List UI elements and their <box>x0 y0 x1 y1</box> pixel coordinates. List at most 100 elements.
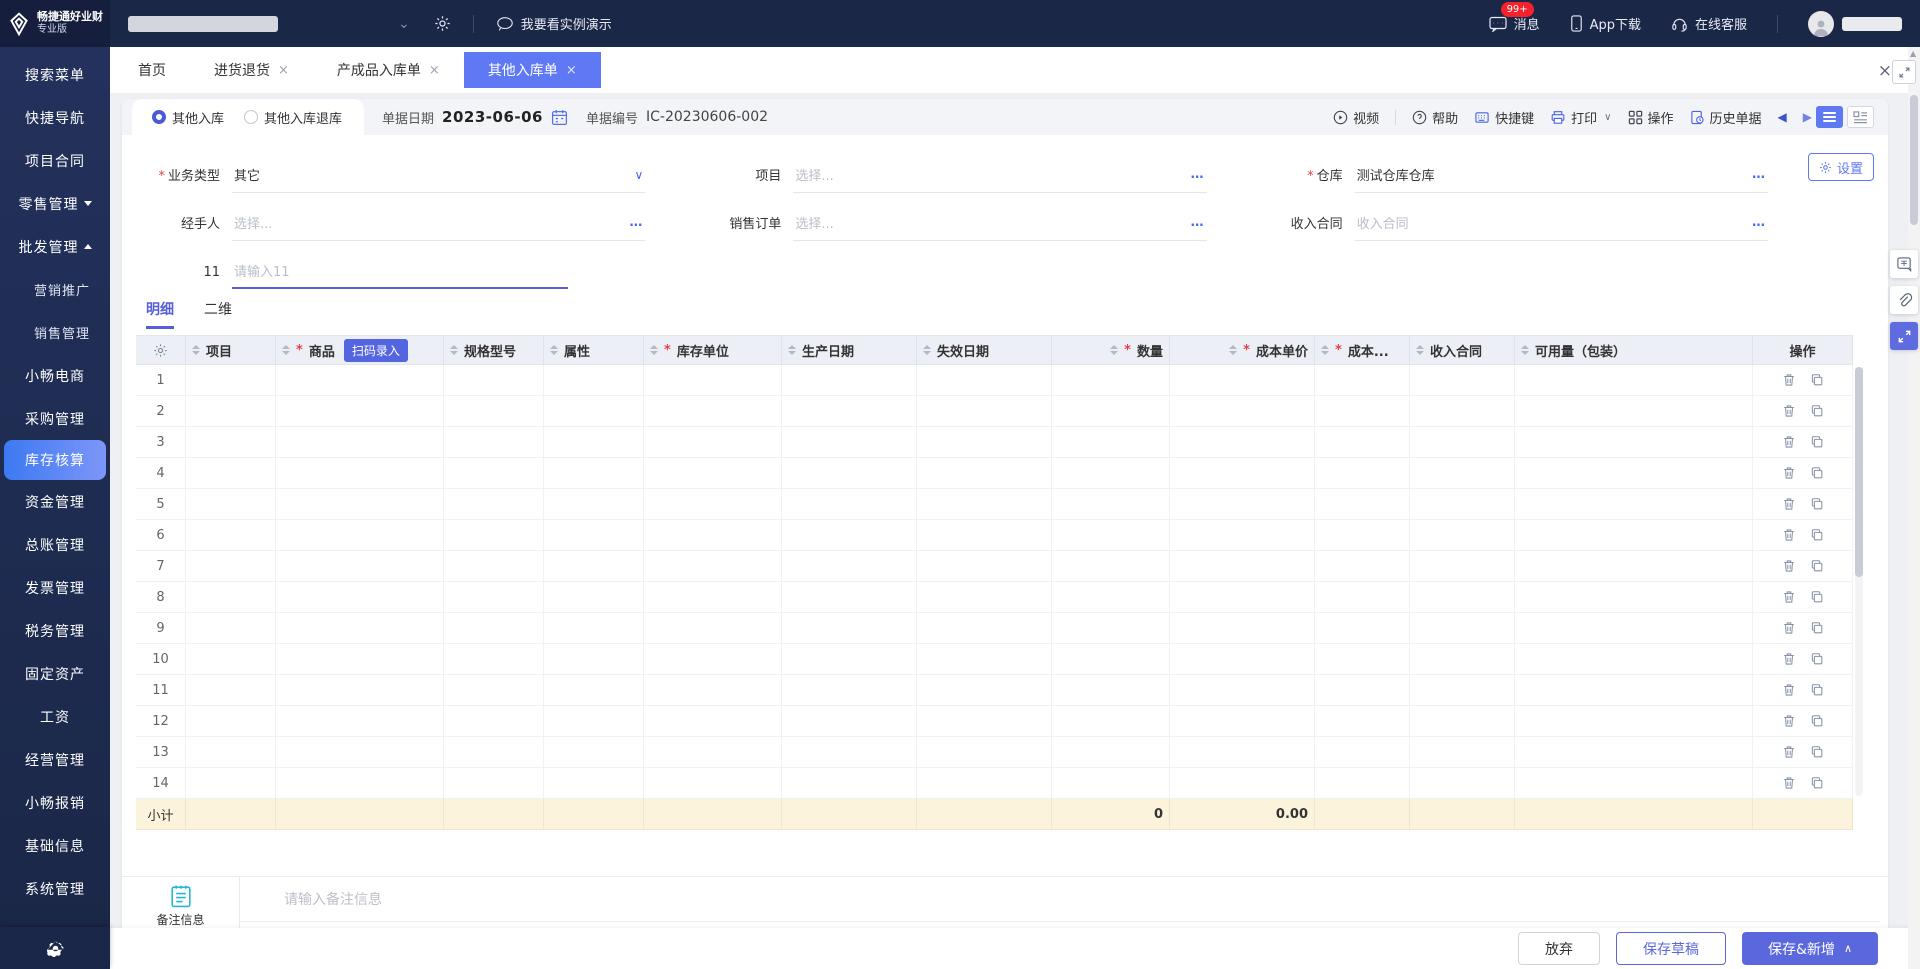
cell-prod_date[interactable] <box>782 613 917 644</box>
cell-prod_date[interactable] <box>782 582 917 613</box>
cell-income_contract[interactable] <box>1410 458 1515 489</box>
copy-row-button[interactable] <box>1810 714 1824 728</box>
cell-cost2[interactable] <box>1315 427 1410 458</box>
discard-button[interactable]: 放弃 <box>1518 932 1601 965</box>
sidebar-item-14[interactable]: 固定资产 <box>0 652 110 695</box>
company-chevron-down-icon[interactable]: ⌄ <box>398 16 410 32</box>
cell-project[interactable] <box>186 675 276 706</box>
cell-product[interactable] <box>276 768 444 799</box>
cell-prod_date[interactable] <box>782 706 917 737</box>
copy-row-button[interactable] <box>1810 466 1824 480</box>
cell-product[interactable] <box>276 520 444 551</box>
cell-prod_date[interactable] <box>782 458 917 489</box>
cell-available[interactable] <box>1515 644 1753 675</box>
cell-cost2[interactable] <box>1315 396 1410 427</box>
form-view-button[interactable] <box>1847 106 1874 128</box>
cell-ops[interactable] <box>1753 458 1853 489</box>
cell-available[interactable] <box>1515 582 1753 613</box>
cell-unit[interactable] <box>644 551 782 582</box>
cell-income_contract[interactable] <box>1410 582 1515 613</box>
column-header-unit[interactable]: * 库存单位 <box>644 335 782 365</box>
sidebar-item-2[interactable]: 项目合同 <box>0 139 110 182</box>
column-header-spec[interactable]: 规格型号 <box>444 335 544 365</box>
cell-qty[interactable] <box>1052 458 1170 489</box>
sidebar-item-12[interactable]: 发票管理 <box>0 566 110 609</box>
attachment-button[interactable] <box>1890 286 1918 314</box>
cell-available[interactable] <box>1515 396 1753 427</box>
cell-product[interactable] <box>276 365 444 396</box>
cell-spec[interactable] <box>444 396 544 427</box>
page-scrollbar-thumb[interactable] <box>1910 95 1918 225</box>
cell-project[interactable] <box>186 458 276 489</box>
sidebar-item-16[interactable]: 经营管理 <box>0 738 110 781</box>
cell-project[interactable] <box>186 520 276 551</box>
remark-input[interactable]: 请输入备注信息 <box>240 877 1880 922</box>
cell-qty[interactable] <box>1052 706 1170 737</box>
cell-project[interactable] <box>186 737 276 768</box>
cell-unit_cost[interactable] <box>1170 396 1315 427</box>
cell-unit_cost[interactable] <box>1170 644 1315 675</box>
cell-ops[interactable] <box>1753 706 1853 737</box>
sort-icon[interactable] <box>923 345 931 355</box>
cell-income_contract[interactable] <box>1410 737 1515 768</box>
sidebar-item-0[interactable]: 搜索菜单 <box>0 53 110 96</box>
radio-other-inbound-return[interactable]: 其他入库退库 <box>244 108 342 127</box>
prev-doc-button[interactable]: ◀ <box>1778 110 1787 124</box>
cell-qty[interactable] <box>1052 551 1170 582</box>
cell-cost2[interactable] <box>1315 613 1410 644</box>
cell-available[interactable] <box>1515 613 1753 644</box>
cell-product[interactable] <box>276 644 444 675</box>
cell-exp_date[interactable] <box>917 582 1052 613</box>
cell-project[interactable] <box>186 706 276 737</box>
save-and-new-button[interactable]: 保存&新增 ∧ <box>1742 932 1878 965</box>
copy-row-button[interactable] <box>1810 373 1824 387</box>
messages-button[interactable]: 消息 99+ <box>1488 2 1540 33</box>
print-button[interactable]: 打印 ∨ <box>1550 108 1612 127</box>
copy-row-button[interactable] <box>1810 404 1824 418</box>
sidebar-item-1[interactable]: 快捷导航 <box>0 96 110 139</box>
column-header-project[interactable]: 项目 <box>186 335 276 365</box>
app-download-button[interactable]: App下载 <box>1570 14 1641 33</box>
cell-cost2[interactable] <box>1315 582 1410 613</box>
cell-available[interactable] <box>1515 737 1753 768</box>
cell-cost2[interactable] <box>1315 768 1410 799</box>
cell-project[interactable] <box>186 768 276 799</box>
cell-unit_cost[interactable] <box>1170 675 1315 706</box>
cell-unit_cost[interactable] <box>1170 768 1315 799</box>
tab-close-icon[interactable]: × <box>278 63 289 78</box>
tab-0[interactable]: 首页 <box>114 52 190 88</box>
cell-attr[interactable] <box>544 427 644 458</box>
sidebar-item-10[interactable]: 资金管理 <box>0 480 110 523</box>
cell-cost2[interactable] <box>1315 520 1410 551</box>
cell-attr[interactable] <box>544 520 644 551</box>
draft-box-button[interactable] <box>1890 250 1918 278</box>
cell-unit_cost[interactable] <box>1170 365 1315 396</box>
cell-unit_cost[interactable] <box>1170 737 1315 768</box>
column-header-income_contract[interactable]: 收入合同 <box>1410 335 1515 365</box>
column-header-qty[interactable]: * 数量 <box>1052 335 1170 365</box>
delete-row-button[interactable] <box>1782 466 1796 480</box>
cell-income_contract[interactable] <box>1410 365 1515 396</box>
cell-attr[interactable] <box>544 365 644 396</box>
sort-icon[interactable] <box>1321 345 1329 355</box>
cell-qty[interactable] <box>1052 613 1170 644</box>
cell-spec[interactable] <box>444 520 544 551</box>
sort-icon[interactable] <box>788 345 796 355</box>
column-header-exp_date[interactable]: 失效日期 <box>917 335 1052 365</box>
cell-available[interactable] <box>1515 551 1753 582</box>
cell-attr[interactable] <box>544 489 644 520</box>
sort-icon[interactable] <box>1110 345 1119 355</box>
column-header-prod_date[interactable]: 生产日期 <box>782 335 917 365</box>
cell-spec[interactable] <box>444 458 544 489</box>
sort-icon[interactable] <box>1521 345 1529 355</box>
cell-project[interactable] <box>186 551 276 582</box>
cell-exp_date[interactable] <box>917 365 1052 396</box>
cell-unit[interactable] <box>644 427 782 458</box>
radio-other-inbound[interactable]: 其他入库 <box>152 108 224 127</box>
cell-qty[interactable] <box>1052 520 1170 551</box>
cell-product[interactable] <box>276 489 444 520</box>
cell-unit_cost[interactable] <box>1170 551 1315 582</box>
cell-prod_date[interactable] <box>782 427 917 458</box>
field-warehouse[interactable]: * 仓库 测试仓库仓库… <box>1271 145 1768 193</box>
cell-attr[interactable] <box>544 458 644 489</box>
